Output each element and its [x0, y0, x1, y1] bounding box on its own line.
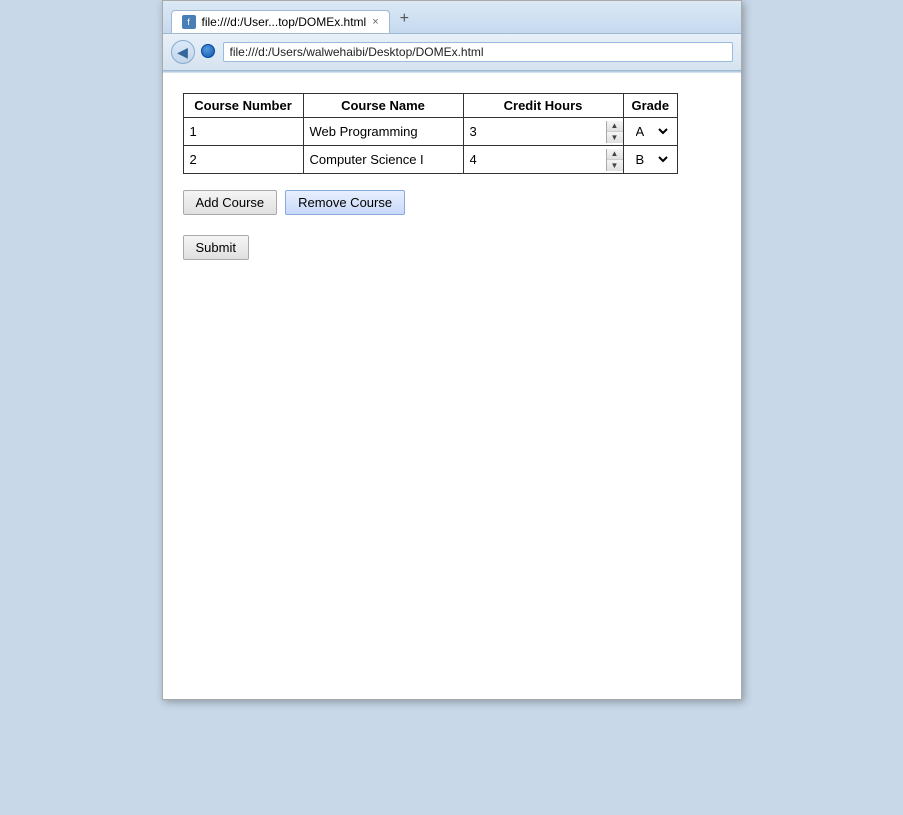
credit-increment-button[interactable]: ▲	[607, 149, 623, 160]
tab-title: file:///d:/User...top/DOMEx.html	[202, 15, 367, 29]
new-tab-button[interactable]: +	[392, 7, 417, 31]
grade-cell: ABCDF	[623, 146, 678, 174]
action-button-row: Add Course Remove Course	[183, 190, 721, 215]
back-button[interactable]: ◀	[171, 40, 195, 64]
credit-hours-input[interactable]	[464, 149, 606, 170]
credit-decrement-button[interactable]: ▼	[607, 160, 623, 171]
submit-button[interactable]: Submit	[183, 235, 249, 260]
nav-favicon	[201, 44, 217, 60]
nav-favicon-icon	[201, 44, 215, 58]
grade-select[interactable]: ABCDF	[630, 149, 672, 170]
browser-tab[interactable]: f file:///d:/User...top/DOMEx.html ×	[171, 10, 390, 33]
table-row: 1Web Programming▲▼ABCDF	[183, 118, 678, 146]
credit-hours-cell: ▲▼	[463, 146, 623, 174]
header-course-number: Course Number	[183, 94, 303, 118]
back-arrow-icon: ◀	[177, 44, 188, 61]
add-course-button[interactable]: Add Course	[183, 190, 278, 215]
course-table-body: 1Web Programming▲▼ABCDF2Computer Science…	[183, 118, 678, 174]
header-credit-hours: Credit Hours	[463, 94, 623, 118]
page-content: Course Number Course Name Credit Hours G…	[163, 73, 741, 280]
remove-course-button[interactable]: Remove Course	[285, 190, 405, 215]
credit-decrement-button[interactable]: ▼	[607, 132, 623, 143]
header-course-name: Course Name	[303, 94, 463, 118]
browser-navbar: ◀	[163, 34, 741, 71]
credit-hours-input[interactable]	[464, 121, 606, 142]
course-number-cell: 1	[183, 118, 303, 146]
address-bar[interactable]	[223, 42, 733, 62]
course-table: Course Number Course Name Credit Hours G…	[183, 93, 679, 174]
grade-select[interactable]: ABCDF	[630, 121, 672, 142]
tab-favicon: f	[182, 15, 196, 29]
credit-increment-button[interactable]: ▲	[607, 121, 623, 132]
browser-window: f file:///d:/User...top/DOMEx.html × + ◀…	[162, 0, 742, 700]
browser-titlebar: f file:///d:/User...top/DOMEx.html × +	[163, 1, 741, 34]
submit-row: Submit	[183, 235, 721, 260]
grade-cell: ABCDF	[623, 118, 678, 146]
course-name-cell: Computer Science I	[303, 146, 463, 174]
header-grade: Grade	[623, 94, 678, 118]
course-number-cell: 2	[183, 146, 303, 174]
table-header-row: Course Number Course Name Credit Hours G…	[183, 94, 678, 118]
credit-hours-cell: ▲▼	[463, 118, 623, 146]
table-row: 2Computer Science I▲▼ABCDF	[183, 146, 678, 174]
course-name-cell: Web Programming	[303, 118, 463, 146]
tab-close-button[interactable]: ×	[372, 16, 378, 28]
